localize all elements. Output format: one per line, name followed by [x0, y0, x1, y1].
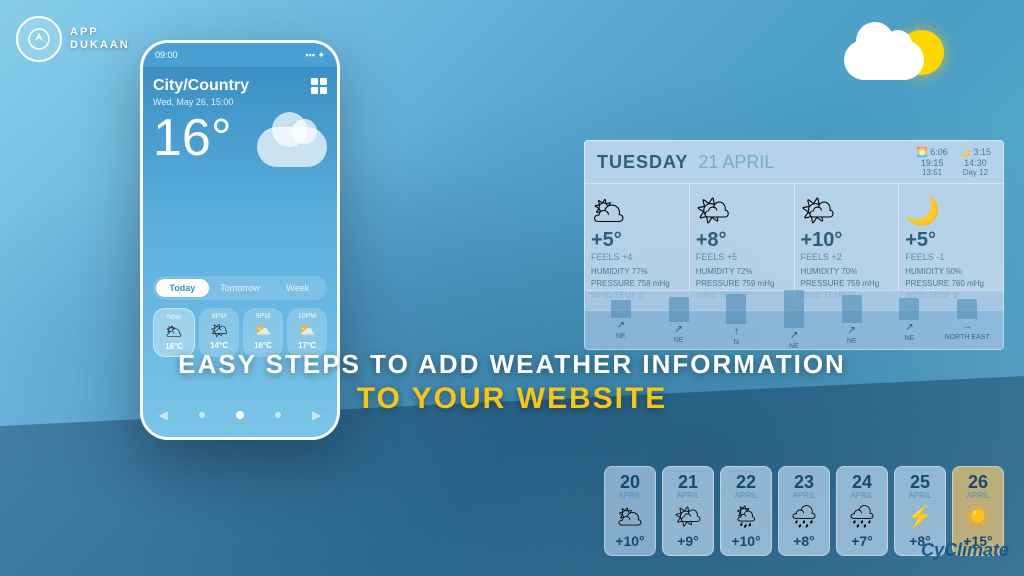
tab-week[interactable]: Week [271, 279, 324, 297]
phone-status-bar: 09:00 ▪▪▪ ✦ [143, 43, 337, 67]
page-content: APP DUKAAN 09:00 ▪▪▪ ✦ City/Country Wed,… [0, 0, 1024, 576]
weekly-day-20: 20 APRIL 🌥 +10° [604, 466, 656, 556]
phone-signal: ▪▪▪ ✦ [305, 50, 325, 61]
main-heading-line1: EASY STEPS TO ADD WEATHER INFORMATION [0, 348, 1024, 382]
weekly-day-24: 24 APRIL 🌧 +7° [836, 466, 888, 556]
wind-bar-3: ↑ N [708, 294, 764, 346]
moon-info: 🌙 3:15 14:30 Day 12 [960, 147, 991, 177]
phone-city-name: City/Country [153, 77, 249, 95]
cyclimate-watermark: CyClimate [921, 540, 1009, 561]
wind-bar-4: ↗ NE [766, 290, 822, 350]
phone-cloud-illustration [257, 127, 327, 167]
weekly-day-23: 23 APRIL 🌧 +8° [778, 466, 830, 556]
wind-bar-7: → NORTH EAST [939, 299, 995, 341]
weather-date: 21 APRIL [698, 152, 774, 173]
grid-icon [311, 78, 327, 94]
logo-text: APP DUKAAN [70, 26, 130, 52]
weather-table-header: TUESDAY 21 APRIL 🌅 6:06 19:15 13:51 🌙 3:… [585, 141, 1003, 184]
cloud-icon [844, 40, 924, 80]
main-heading-line2: TO YOUR WEBSITE [0, 382, 1024, 416]
wind-bar-6: ↗ NE [882, 298, 938, 342]
weekly-day-22: 22 APRIL 🌦 +10° [720, 466, 772, 556]
wind-bar-5: ↗ NE [824, 295, 880, 345]
wind-bar-1: ↗ NE [593, 300, 649, 340]
decorative-cloud-sun [844, 30, 944, 100]
sunrise-info: 🌅 6:06 19:15 13:51 [917, 147, 948, 177]
weather-sun-info: 🌅 6:06 19:15 13:51 🌙 3:15 14:30 Day 12 [917, 147, 992, 177]
weather-day: TUESDAY [597, 152, 688, 173]
main-heading-area: EASY STEPS TO ADD WEATHER INFORMATION TO… [0, 348, 1024, 416]
tab-tomorrow[interactable]: Tomorrow [214, 279, 267, 297]
phone-city-row: City/Country [153, 77, 327, 95]
tab-today[interactable]: Today [156, 279, 209, 297]
phone-time: 09:00 [155, 50, 178, 60]
phone-date: Wed, May 26, 15:00 [153, 97, 327, 107]
weekly-day-21: 21 APRIL 🌤 +9° [662, 466, 714, 556]
logo-icon [16, 16, 62, 62]
weather-detail-table: TUESDAY 21 APRIL 🌅 6:06 19:15 13:51 🌙 3:… [584, 140, 1004, 311]
phone-tab-bar[interactable]: Today Tomorrow Week [153, 276, 327, 300]
cyclimate-label: CyClimate [921, 540, 1009, 560]
phone-tabs-section: Today Tomorrow Week Now 🌥 16°C 8PM 🌤 14°… [143, 276, 337, 357]
wind-bar-2: ↗ NE [651, 297, 707, 344]
wind-chart: ↗ NE ↗ NE ↑ N ↗ NE ↗ NE ↗ NE [584, 290, 1004, 350]
logo: APP DUKAAN [16, 16, 130, 62]
